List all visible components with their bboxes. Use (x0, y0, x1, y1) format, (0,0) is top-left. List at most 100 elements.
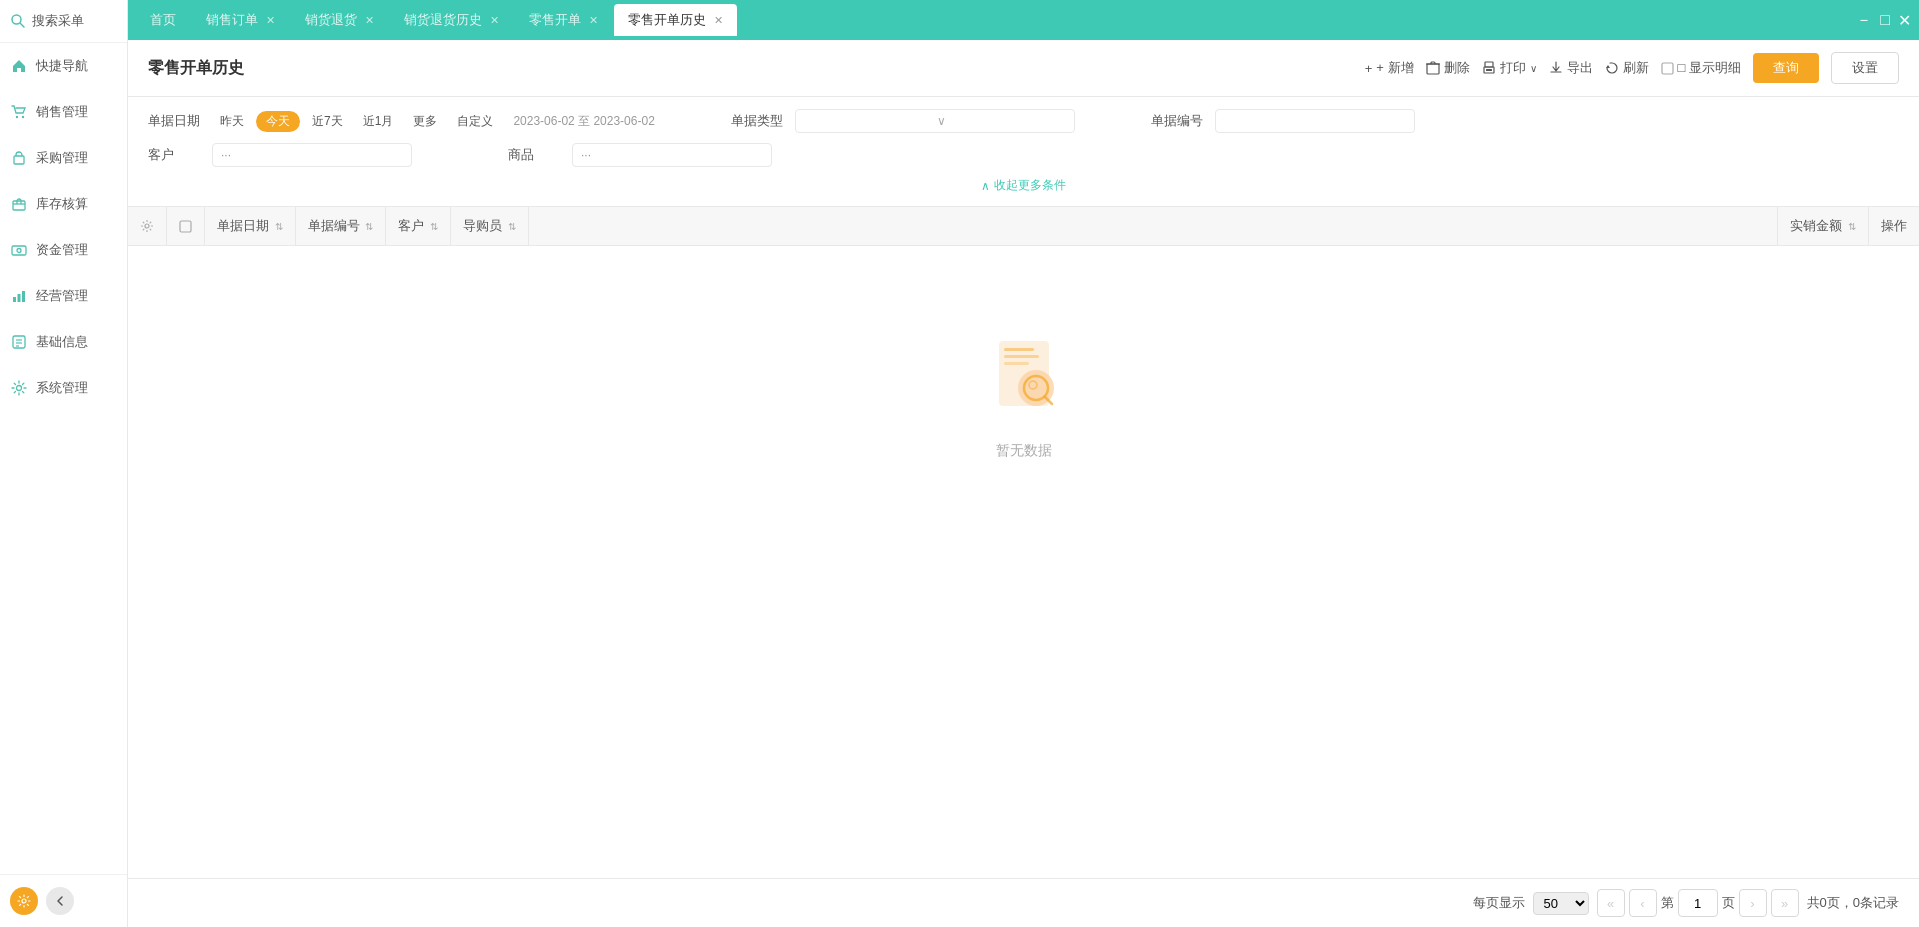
gear-button[interactable] (10, 887, 38, 915)
th-no[interactable]: 单据编号 ⇅ (295, 207, 386, 246)
tab-retail-open-history-close[interactable]: ✕ (714, 14, 723, 27)
goods-input[interactable]: ··· (572, 143, 772, 167)
sidebar-item-jingying[interactable]: 经营管理 (0, 273, 127, 319)
delete-label: 删除 (1444, 59, 1470, 77)
last-page-button[interactable]: » (1771, 889, 1799, 917)
sidebar-search-label: 搜索采单 (32, 12, 84, 30)
th-amount[interactable]: 实销金额 ⇅ (1778, 207, 1869, 246)
prev-page-button[interactable]: ‹ (1629, 889, 1657, 917)
export-label: 导出 (1567, 59, 1593, 77)
doctype-select[interactable]: ∨ (795, 109, 1075, 133)
date-today[interactable]: 今天 (256, 111, 300, 132)
sidebar-item-xitong[interactable]: 系统管理 (0, 365, 127, 411)
svg-rect-5 (13, 201, 25, 210)
new-button[interactable]: + + 新增 (1365, 59, 1414, 77)
sidebar-item-zijin[interactable]: 资金管理 (0, 227, 127, 273)
query-button[interactable]: 查询 (1753, 53, 1819, 83)
sidebar-item-xiaoshou[interactable]: 销售管理 (0, 89, 127, 135)
svg-point-3 (22, 116, 24, 118)
box-icon (10, 195, 28, 213)
svg-point-15 (17, 386, 22, 391)
tab-retail-open-history[interactable]: 零售开单历史 ✕ (614, 4, 737, 36)
close-window-button[interactable]: ✕ (1898, 11, 1911, 30)
date-more[interactable]: 更多 (405, 111, 445, 132)
customer-input[interactable]: ··· (212, 143, 412, 167)
th-gear[interactable] (128, 207, 167, 246)
maximize-button[interactable]: □ (1880, 11, 1890, 29)
svg-rect-8 (13, 297, 16, 302)
chart-icon (10, 287, 28, 305)
sort-icon-amount: ⇅ (1848, 221, 1856, 232)
display-detail-label: □ 显示明细 (1678, 59, 1741, 77)
page-nav: « ‹ 第 页 › » (1597, 889, 1799, 917)
home-icon (10, 57, 28, 75)
tab-bar: 首页 销售订单 ✕ 销货退货 ✕ 销货退货历史 ✕ 零售开单 ✕ 零售开单历史 … (128, 0, 1919, 40)
th-guide[interactable]: 导购员 ⇅ (450, 207, 528, 246)
tab-home-label: 首页 (150, 11, 176, 29)
settings-button[interactable]: 设置 (1831, 52, 1899, 84)
sidebar-item-kucun[interactable]: 库存核算 (0, 181, 127, 227)
minimize-button[interactable]: － (1856, 10, 1872, 31)
sidebar-item-label: 经营管理 (36, 287, 88, 305)
refresh-button[interactable]: 刷新 (1605, 59, 1649, 77)
sidebar-search[interactable]: 搜索采单 (0, 0, 127, 43)
export-button[interactable]: 导出 (1549, 59, 1593, 77)
display-detail-button[interactable]: □ 显示明细 (1661, 59, 1741, 77)
docno-input[interactable] (1215, 109, 1415, 133)
sidebar-item-caigou[interactable]: 采购管理 (0, 135, 127, 181)
svg-rect-26 (1004, 348, 1034, 351)
tab-sales-return-history-close[interactable]: ✕ (490, 14, 499, 27)
cart-icon (10, 103, 28, 121)
settings-icon (10, 379, 28, 397)
th-date[interactable]: 单据日期 ⇅ (205, 207, 296, 246)
tab-sales-order[interactable]: 销售订单 ✕ (192, 4, 289, 36)
th-customer[interactable]: 客户 ⇅ (386, 207, 451, 246)
svg-point-0 (12, 15, 21, 24)
tab-retail-open[interactable]: 零售开单 ✕ (515, 4, 612, 36)
data-table: 单据日期 ⇅ 单据编号 ⇅ 客户 ⇅ 导购员 ⇅ (128, 207, 1919, 540)
svg-rect-21 (1486, 69, 1492, 71)
sidebar-collapse-button[interactable] (46, 887, 74, 915)
sidebar-item-kuaijie[interactable]: 快捷导航 (0, 43, 127, 89)
delete-button[interactable]: 删除 (1426, 59, 1470, 77)
th-checkbox[interactable] (167, 207, 205, 246)
tab-sales-return-close[interactable]: ✕ (365, 14, 374, 27)
sort-icon-no: ⇅ (365, 221, 373, 232)
sidebar-item-jichu[interactable]: 基础信息 (0, 319, 127, 365)
page-title: 零售开单历史 (148, 58, 244, 91)
collapse-filter-icon: ∧ (981, 179, 990, 193)
collapse-filter-button[interactable]: ∧ 收起更多条件 (148, 177, 1899, 194)
date-yesterday[interactable]: 昨天 (212, 111, 252, 132)
filter-goods-group: 商品 ··· (508, 143, 772, 167)
th-guide-label: 导购员 (463, 218, 502, 233)
svg-rect-19 (1485, 62, 1493, 67)
refresh-label: 刷新 (1623, 59, 1649, 77)
customer-label: 客户 (148, 146, 204, 164)
collapse-filter-label: 收起更多条件 (994, 177, 1066, 194)
page-input[interactable] (1678, 889, 1718, 917)
first-page-button[interactable]: « (1597, 889, 1625, 917)
page-size-select[interactable]: 50 10 20 100 (1533, 892, 1589, 915)
page-label: 第 (1661, 894, 1674, 912)
checkbox-icon (1661, 62, 1674, 75)
content-header: 零售开单历史 + + 新增 删除 打印 ∨ (128, 40, 1919, 97)
date-buttons: 昨天 今天 近7天 近1月 更多 自定义 2023-06-02 至 2023-0… (212, 111, 655, 132)
tab-retail-open-close[interactable]: ✕ (589, 14, 598, 27)
tab-sales-return-history[interactable]: 销货退货历史 ✕ (390, 4, 513, 36)
sidebar-item-label: 库存核算 (36, 195, 88, 213)
svg-rect-22 (1662, 63, 1673, 74)
tab-home[interactable]: 首页 (136, 4, 190, 36)
export-icon (1549, 61, 1563, 75)
new-label: + 新增 (1376, 59, 1413, 77)
goods-dots: ··· (581, 148, 591, 162)
date-last7[interactable]: 近7天 (304, 111, 351, 132)
next-page-button[interactable]: › (1739, 889, 1767, 917)
tab-sales-return[interactable]: 销货退货 ✕ (291, 4, 388, 36)
tab-sales-order-close[interactable]: ✕ (266, 14, 275, 27)
print-button[interactable]: 打印 ∨ (1482, 59, 1537, 77)
sidebar-item-label: 系统管理 (36, 379, 88, 397)
svg-line-1 (21, 24, 25, 28)
date-last1m[interactable]: 近1月 (355, 111, 402, 132)
filter-customer-group: 客户 ··· (148, 143, 412, 167)
date-custom[interactable]: 自定义 (449, 111, 501, 132)
